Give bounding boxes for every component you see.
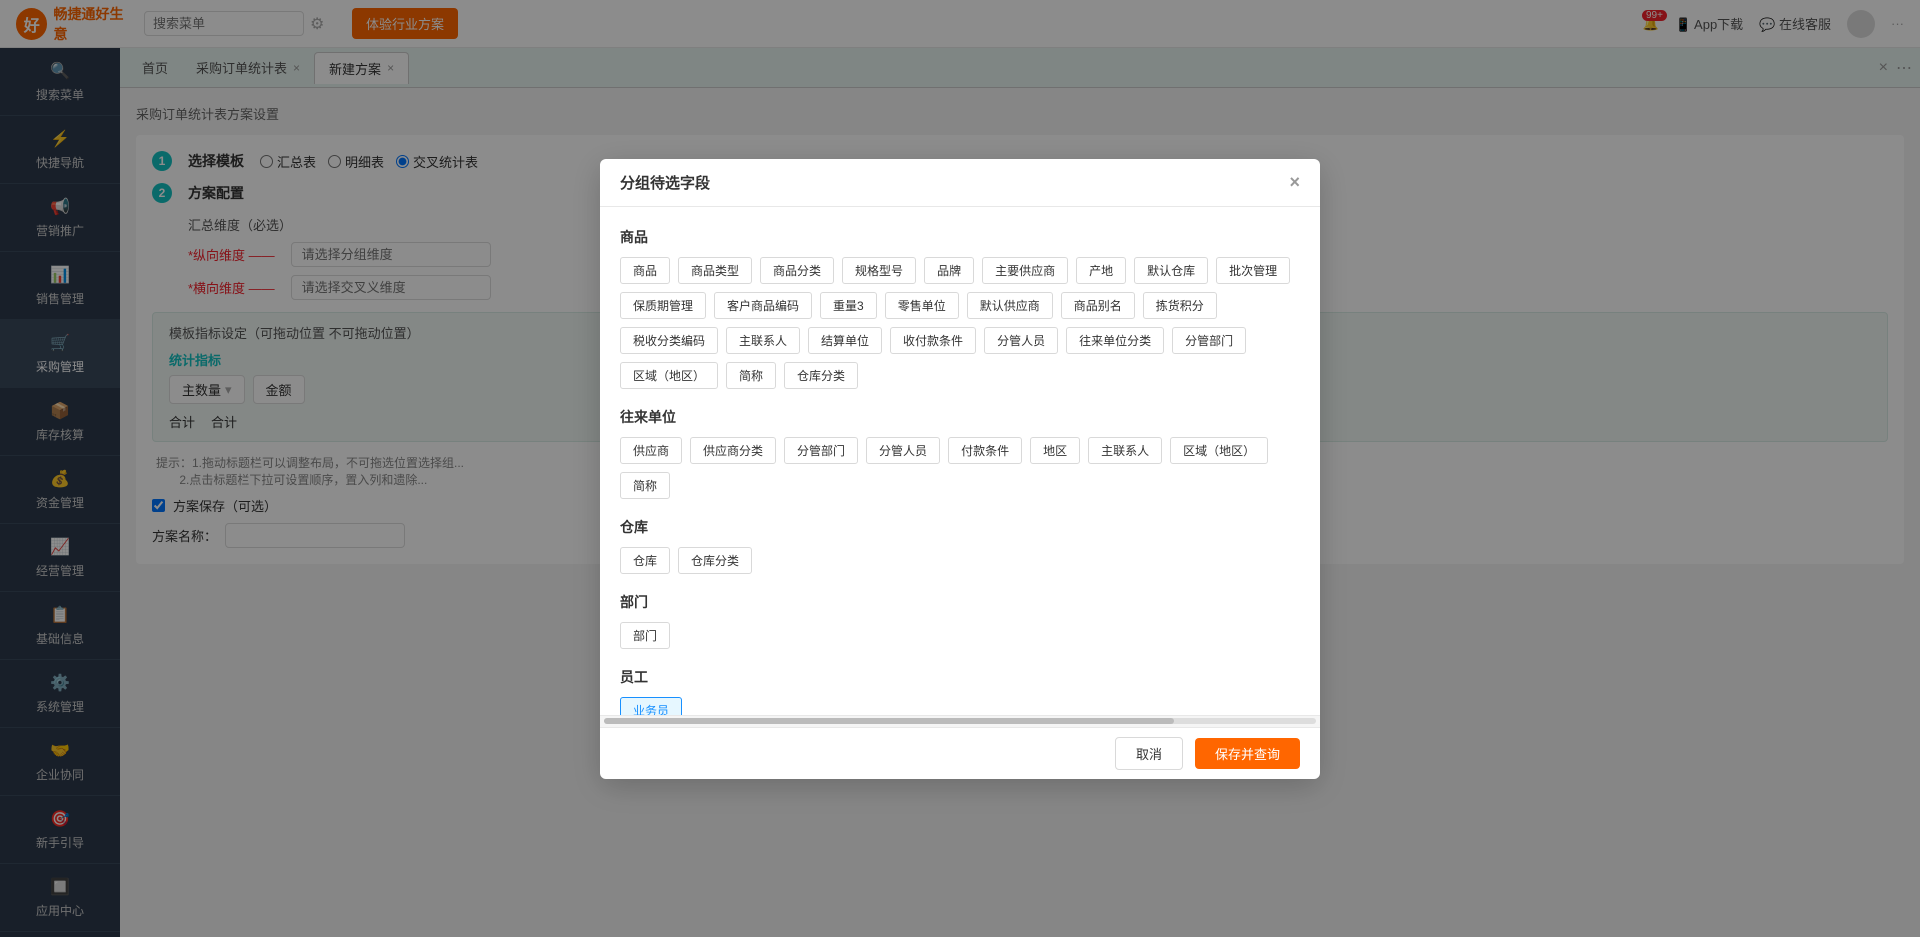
modal-close-button[interactable]: × [1289, 173, 1300, 191]
field-select-modal: 分组待选字段 × 商品 商品 商品类型 商品分类 规格型号 品牌 主要供应商 产… [600, 159, 1320, 779]
tag-warehouse-cat[interactable]: 仓库分类 [678, 547, 752, 574]
section-warehouse-tags: 仓库 仓库分类 [620, 547, 1300, 574]
section-dept-title: 部门 [620, 592, 1300, 612]
tag-short-name2[interactable]: 简称 [620, 472, 670, 499]
tag-retail-unit[interactable]: 零售单位 [885, 292, 959, 319]
section-product-title: 商品 [620, 227, 1300, 247]
tag-origin[interactable]: 产地 [1076, 257, 1126, 284]
tag-default-supplier[interactable]: 默认供应商 [967, 292, 1053, 319]
tag-product[interactable]: 商品 [620, 257, 670, 284]
tag-manage-dept[interactable]: 分管部门 [1172, 327, 1246, 354]
tag-payment-terms[interactable]: 收付款条件 [890, 327, 976, 354]
tag-main-contact2[interactable]: 主联系人 [1088, 437, 1162, 464]
modal-footer: 取消 保存并查询 [600, 727, 1320, 779]
tag-main-supplier[interactable]: 主要供应商 [982, 257, 1068, 284]
tag-manage-person[interactable]: 分管人员 [984, 327, 1058, 354]
tag-salesperson[interactable]: 业务员 [620, 697, 682, 715]
tag-product-alias[interactable]: 商品别名 [1061, 292, 1135, 319]
tag-default-warehouse[interactable]: 默认仓库 [1134, 257, 1208, 284]
tag-customer-code[interactable]: 客户商品编码 [714, 292, 812, 319]
modal-hscroll-thumb [604, 718, 1174, 724]
modal-body[interactable]: 商品 商品 商品类型 商品分类 规格型号 品牌 主要供应商 产地 默认仓库 批次… [600, 207, 1320, 715]
cancel-button[interactable]: 取消 [1115, 737, 1183, 770]
modal-horizontal-scrollbar[interactable] [600, 715, 1320, 727]
tag-product-category[interactable]: 商品分类 [760, 257, 834, 284]
tag-short-name[interactable]: 简称 [726, 362, 776, 389]
section-employee-title: 员工 [620, 667, 1300, 687]
section-counterpart: 往来单位 供应商 供应商分类 分管部门 分管人员 付款条件 地区 主联系人 区域… [620, 407, 1300, 499]
section-employee-tags: 业务员 [620, 697, 1300, 715]
tag-region[interactable]: 区域（地区） [620, 362, 718, 389]
tag-tax-code[interactable]: 税收分类编码 [620, 327, 718, 354]
tag-supplier-category[interactable]: 供应商分类 [690, 437, 776, 464]
tag-dept[interactable]: 部门 [620, 622, 670, 649]
section-counterpart-title: 往来单位 [620, 407, 1300, 427]
section-dept: 部门 部门 [620, 592, 1300, 649]
modal-title: 分组待选字段 [620, 172, 710, 193]
section-dept-tags: 部门 [620, 622, 1300, 649]
save-query-button[interactable]: 保存并查询 [1195, 738, 1300, 769]
section-warehouse: 仓库 仓库 仓库分类 [620, 517, 1300, 574]
section-counterpart-tags: 供应商 供应商分类 分管部门 分管人员 付款条件 地区 主联系人 区域（地区） … [620, 437, 1300, 499]
section-warehouse-title: 仓库 [620, 517, 1300, 537]
tag-batch-mgmt[interactable]: 批次管理 [1216, 257, 1290, 284]
tag-weight3[interactable]: 重量3 [820, 292, 877, 319]
tag-manage-dept2[interactable]: 分管部门 [784, 437, 858, 464]
section-employee: 员工 业务员 [620, 667, 1300, 715]
tag-main-contact[interactable]: 主联系人 [726, 327, 800, 354]
tag-pick-points[interactable]: 拣货积分 [1143, 292, 1217, 319]
tag-shelf-life[interactable]: 保质期管理 [620, 292, 706, 319]
tag-area[interactable]: 地区 [1030, 437, 1080, 464]
tag-brand[interactable]: 品牌 [924, 257, 974, 284]
tag-payment-cond[interactable]: 付款条件 [948, 437, 1022, 464]
tag-spec-model[interactable]: 规格型号 [842, 257, 916, 284]
tag-region2[interactable]: 区域（地区） [1170, 437, 1268, 464]
tag-supplier[interactable]: 供应商 [620, 437, 682, 464]
modal-backdrop: 分组待选字段 × 商品 商品 商品类型 商品分类 规格型号 品牌 主要供应商 产… [0, 0, 1920, 937]
tag-warehouse[interactable]: 仓库 [620, 547, 670, 574]
modal-hscroll-track [604, 718, 1316, 724]
tag-product-type[interactable]: 商品类型 [678, 257, 752, 284]
tag-settle-unit[interactable]: 结算单位 [808, 327, 882, 354]
tag-warehouse-category[interactable]: 仓库分类 [784, 362, 858, 389]
tag-manage-person2[interactable]: 分管人员 [866, 437, 940, 464]
tag-counterpart-category[interactable]: 往来单位分类 [1066, 327, 1164, 354]
section-product-tags: 商品 商品类型 商品分类 规格型号 品牌 主要供应商 产地 默认仓库 批次管理 … [620, 257, 1300, 389]
section-product: 商品 商品 商品类型 商品分类 规格型号 品牌 主要供应商 产地 默认仓库 批次… [620, 227, 1300, 389]
modal-header: 分组待选字段 × [600, 159, 1320, 207]
